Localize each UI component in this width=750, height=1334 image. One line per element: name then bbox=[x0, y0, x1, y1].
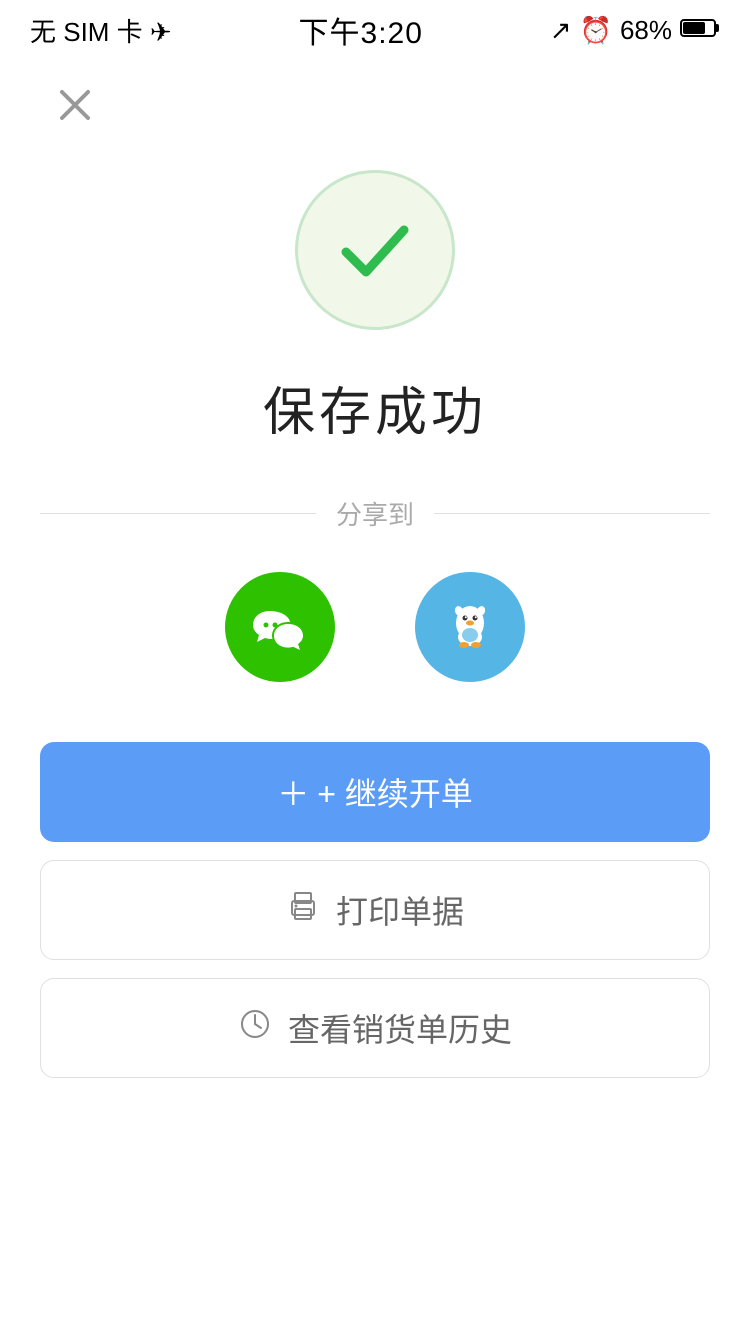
status-left: 无 SIM 卡 ✈ bbox=[30, 12, 172, 49]
history-label: 查看销货单历史 bbox=[288, 1005, 512, 1051]
alarm-icon: ⏰ bbox=[580, 15, 612, 46]
wechat-share-button[interactable] bbox=[225, 572, 335, 682]
share-label: 分享到 bbox=[336, 495, 414, 532]
success-circle bbox=[295, 170, 455, 330]
battery-text: 68% bbox=[620, 15, 672, 46]
print-button[interactable]: 打印单据 bbox=[40, 860, 710, 960]
divider-right bbox=[434, 513, 710, 514]
main-content: 保存成功 分享到 bbox=[0, 60, 750, 1096]
printer-icon bbox=[286, 889, 320, 931]
wechat-icon bbox=[248, 595, 312, 659]
share-divider: 分享到 bbox=[40, 495, 710, 532]
continue-label: + 继续开单 bbox=[317, 769, 473, 815]
qq-share-button[interactable] bbox=[415, 572, 525, 682]
plus-icon: ＋ bbox=[277, 769, 309, 815]
battery-icon bbox=[680, 15, 720, 46]
location-icon: ↗ bbox=[550, 15, 572, 46]
share-icons-row bbox=[225, 572, 525, 682]
clock-icon bbox=[238, 1007, 272, 1049]
close-button[interactable] bbox=[50, 80, 100, 130]
divider-left bbox=[40, 513, 316, 514]
close-button-row bbox=[40, 60, 710, 140]
continue-button[interactable]: ＋ + 继续开单 bbox=[40, 742, 710, 842]
print-label: 打印单据 bbox=[336, 887, 464, 933]
status-time: 下午3:20 bbox=[299, 8, 423, 52]
qq-icon bbox=[438, 595, 502, 659]
status-right: ↗ ⏰ 68% bbox=[550, 15, 720, 46]
success-title: 保存成功 bbox=[263, 370, 487, 445]
history-button[interactable]: 查看销货单历史 bbox=[40, 978, 710, 1078]
sim-text: 无 SIM 卡 ✈ bbox=[30, 12, 172, 49]
checkmark-icon bbox=[330, 205, 420, 295]
status-bar: 无 SIM 卡 ✈ 下午3:20 ↗ ⏰ 68% bbox=[0, 0, 750, 60]
